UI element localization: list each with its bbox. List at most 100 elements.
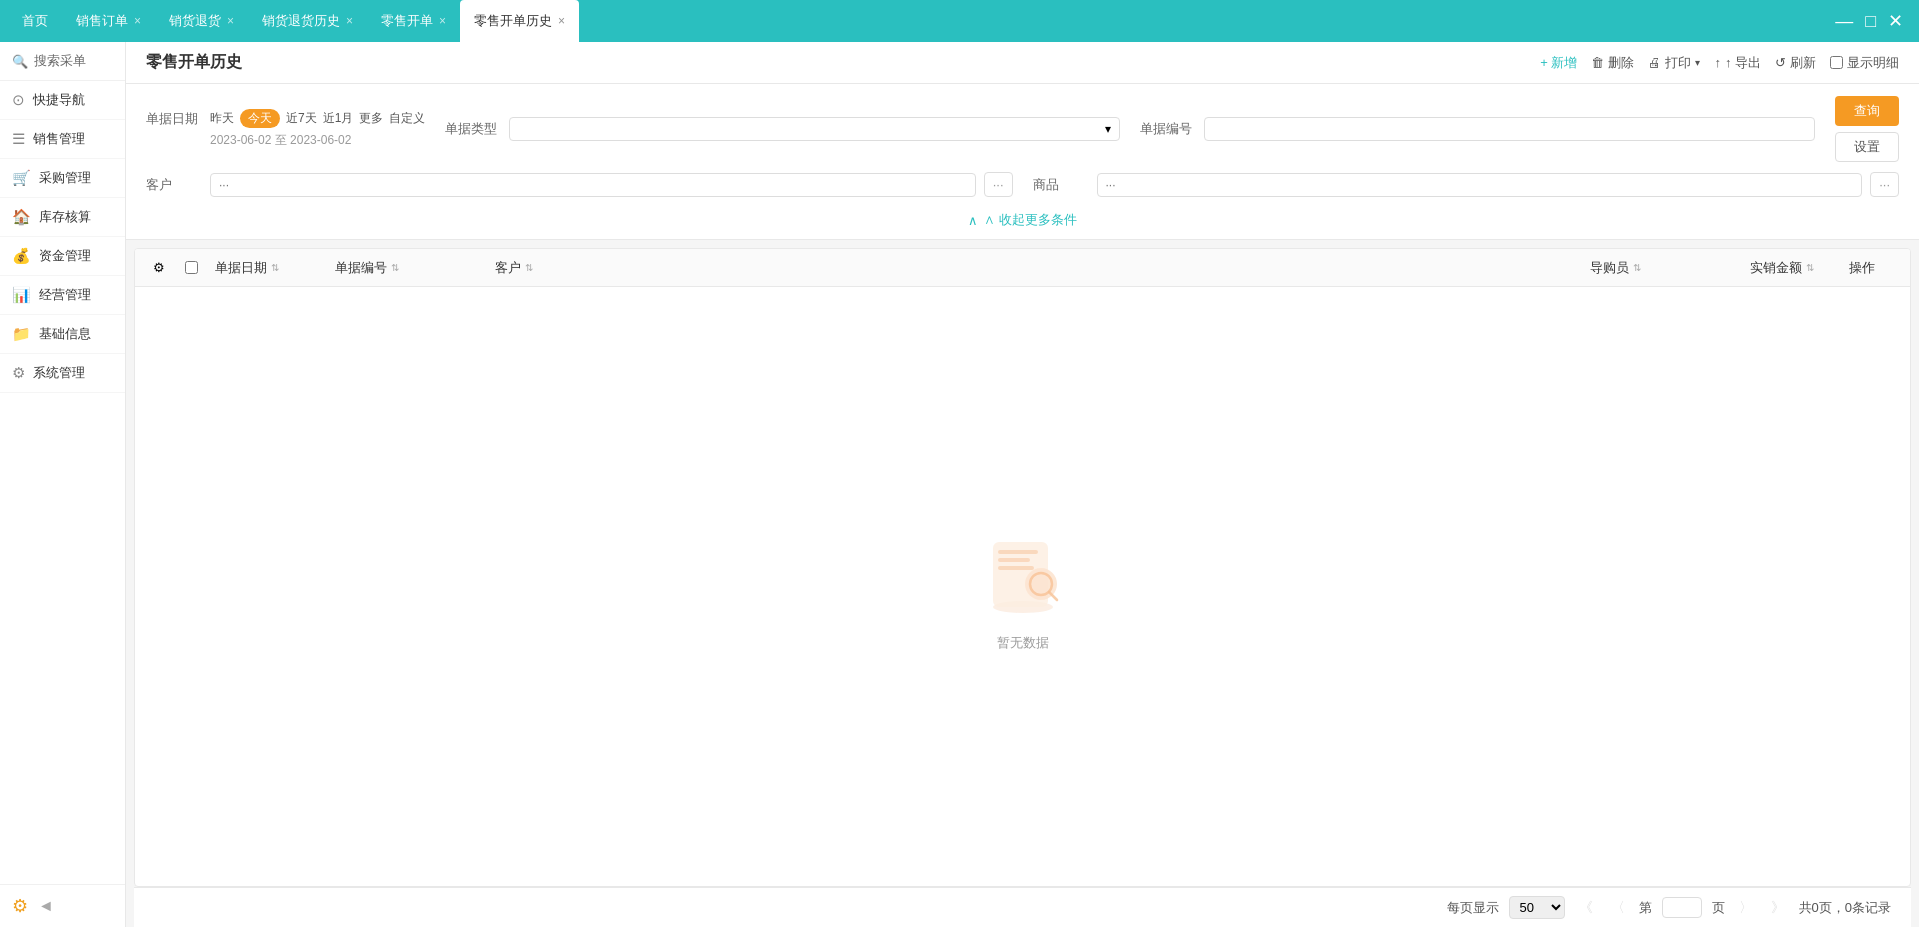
sidebar-item-finance[interactable]: 💰 资金管理 [0, 237, 125, 276]
th-date[interactable]: 单据日期 ⇅ [207, 259, 327, 277]
svg-rect-2 [998, 550, 1038, 554]
goods-ellipsis-btn[interactable]: ··· [1870, 172, 1899, 197]
sidebar-item-ops[interactable]: 📊 经营管理 [0, 276, 125, 315]
table-body: 暂无数据 [135, 287, 1910, 886]
number-filter-input[interactable] [1204, 117, 1815, 141]
next-page-btn[interactable]: 〉 [1735, 897, 1757, 919]
customer-ellipsis-btn[interactable]: ··· [984, 172, 1013, 197]
sidebar-item-inventory[interactable]: 🏠 库存核算 [0, 198, 125, 237]
filter-row-2: 客户 ··· 商品 ··· [146, 172, 1899, 197]
goods-filter-input[interactable] [1097, 173, 1863, 197]
sidebar-collapse-icon[interactable]: ◄ [38, 897, 54, 915]
sidebar-item-sys-mgmt[interactable]: ⚙ 系统管理 [0, 354, 125, 393]
customer-filter-input[interactable] [210, 173, 976, 197]
export-icon: ↑ [1714, 55, 1721, 70]
close-tab-sales-return[interactable]: × [227, 14, 234, 28]
sidebar-item-sales-mgmt[interactable]: ☰ 销售管理 [0, 120, 125, 159]
refresh-icon: ↺ [1775, 55, 1786, 70]
goods-filter-label: 商品 [1033, 176, 1089, 194]
minimize-btn[interactable]: — [1835, 11, 1853, 32]
sys-mgmt-icon: ⚙ [12, 364, 25, 382]
sort-number-icon: ⇅ [391, 262, 399, 273]
th-customer[interactable]: 客户 ⇅ [487, 259, 1582, 277]
settings-button[interactable]: 设置 [1835, 132, 1899, 162]
tab-retail-open[interactable]: 零售开单 × [367, 0, 460, 42]
display-detail-checkbox[interactable]: 显示明细 [1830, 54, 1899, 72]
basic-info-icon: 📁 [12, 325, 31, 343]
table-select-all-checkbox[interactable] [175, 261, 207, 274]
date-7days[interactable]: 近7天 [286, 110, 317, 127]
date-1month[interactable]: 近1月 [323, 110, 354, 127]
th-guide[interactable]: 导购员 ⇅ [1582, 259, 1702, 277]
collapse-icon: ∧ [968, 213, 978, 228]
sort-customer-icon: ⇅ [525, 262, 533, 273]
sort-guide-icon: ⇅ [1633, 262, 1641, 273]
page-number-input[interactable]: 1 [1662, 897, 1702, 918]
first-page-btn[interactable]: 《 [1575, 897, 1597, 919]
date-yesterday[interactable]: 昨天 [210, 110, 234, 127]
maximize-btn[interactable]: □ [1865, 11, 1876, 32]
delete-icon: 🗑 [1591, 55, 1604, 70]
sidebar: 🔍 搜索采单 ⊙ 快捷导航 ☰ 销售管理 🛒 采购管理 🏠 库存核算 💰 资金管… [0, 42, 126, 927]
date-custom[interactable]: 自定义 [389, 110, 425, 127]
prev-page-btn[interactable]: 〈 [1607, 897, 1629, 919]
page-title: 零售开单历史 [146, 52, 242, 73]
sidebar-item-quick-nav[interactable]: ⊙ 快捷导航 [0, 81, 125, 120]
close-btn-window[interactable]: ✕ [1888, 10, 1903, 32]
add-button[interactable]: + 新增 [1540, 54, 1577, 72]
tab-sales-return[interactable]: 销货退货 × [155, 0, 248, 42]
close-tab-sales-return-history[interactable]: × [346, 14, 353, 28]
filter-panel: 单据日期 昨天 今天 近7天 近1月 更多 自定义 2023-06-02 至 2… [126, 84, 1919, 240]
table-container: ⚙ 单据日期 ⇅ 单据编号 ⇅ 客户 ⇅ 导购员 [134, 248, 1911, 887]
tab-sales-return-history[interactable]: 销货退货历史 × [248, 0, 367, 42]
type-filter-dropdown-icon: ▾ [1105, 122, 1111, 136]
close-tab-sales-order[interactable]: × [134, 14, 141, 28]
customer-filter-label: 客户 [146, 176, 202, 194]
total-count: 共0页，0条记录 [1799, 899, 1891, 917]
collapse-more-btn[interactable]: ∧ ∧ 收起更多条件 [146, 207, 1899, 233]
print-button[interactable]: 🖨 打印 ▾ [1648, 54, 1700, 72]
search-icon: 🔍 [12, 54, 28, 69]
print-dropdown-icon: ▾ [1695, 57, 1700, 68]
last-page-btn[interactable]: 》 [1767, 897, 1789, 919]
type-filter-select[interactable]: ▾ [509, 117, 1120, 141]
date-range-text: 2023-06-02 至 2023-06-02 [210, 133, 351, 147]
type-filter-field: 单据类型 ▾ [445, 117, 1120, 141]
th-action: 操作 [1822, 259, 1902, 277]
sort-amount-icon: ⇅ [1806, 262, 1814, 273]
per-page-label: 每页显示 [1447, 899, 1499, 917]
sidebar-bottom: ⚙ ◄ [0, 884, 125, 927]
date-filter-field: 单据日期 昨天 今天 近7天 近1月 更多 自定义 2023-06-02 至 2… [146, 109, 425, 149]
inventory-icon: 🏠 [12, 208, 31, 226]
display-detail-input[interactable] [1830, 56, 1843, 69]
close-tab-retail-open[interactable]: × [439, 14, 446, 28]
quick-nav-icon: ⊙ [12, 91, 25, 109]
query-button[interactable]: 查询 [1835, 96, 1899, 126]
th-amount[interactable]: 实销金额 ⇅ [1702, 259, 1822, 277]
tab-home[interactable]: 首页 [8, 0, 62, 42]
main-layout: 🔍 搜索采单 ⊙ 快捷导航 ☰ 销售管理 🛒 采购管理 🏠 库存核算 💰 资金管… [0, 42, 1919, 927]
per-page-select[interactable]: 50 100 200 [1509, 896, 1565, 919]
export-button[interactable]: ↑ ↑ 导出 [1714, 54, 1761, 72]
date-more[interactable]: 更多 [359, 110, 383, 127]
th-number[interactable]: 单据编号 ⇅ [327, 259, 487, 277]
tab-sales-order[interactable]: 销售订单 × [62, 0, 155, 42]
refresh-button[interactable]: ↺ 刷新 [1775, 54, 1816, 72]
empty-illustration [973, 522, 1073, 622]
sidebar-search[interactable]: 🔍 搜索采单 [0, 42, 125, 81]
toolbar: + 新增 🗑 删除 🖨 打印 ▾ ↑ ↑ 导出 ↺ 刷新 [1540, 54, 1899, 72]
sales-icon: ☰ [12, 130, 25, 148]
sidebar-item-purchase-mgmt[interactable]: 🛒 采购管理 [0, 159, 125, 198]
sidebar-item-basic-info[interactable]: 📁 基础信息 [0, 315, 125, 354]
filter-row-1: 单据日期 昨天 今天 近7天 近1月 更多 自定义 2023-06-02 至 2… [146, 96, 1899, 162]
sidebar-gear-icon[interactable]: ⚙ [12, 895, 28, 917]
action-buttons: 查询 设置 [1835, 96, 1899, 162]
delete-button[interactable]: 🗑 删除 [1591, 54, 1634, 72]
close-tab-retail-history[interactable]: × [558, 14, 565, 28]
content-area: 零售开单历史 + 新增 🗑 删除 🖨 打印 ▾ ↑ ↑ 导出 [126, 42, 1919, 927]
finance-icon: 💰 [12, 247, 31, 265]
date-today[interactable]: 今天 [240, 109, 280, 128]
table-settings-btn[interactable]: ⚙ [143, 260, 175, 275]
print-icon: 🖨 [1648, 55, 1661, 70]
tab-retail-history[interactable]: 零售开单历史 × [460, 0, 579, 42]
